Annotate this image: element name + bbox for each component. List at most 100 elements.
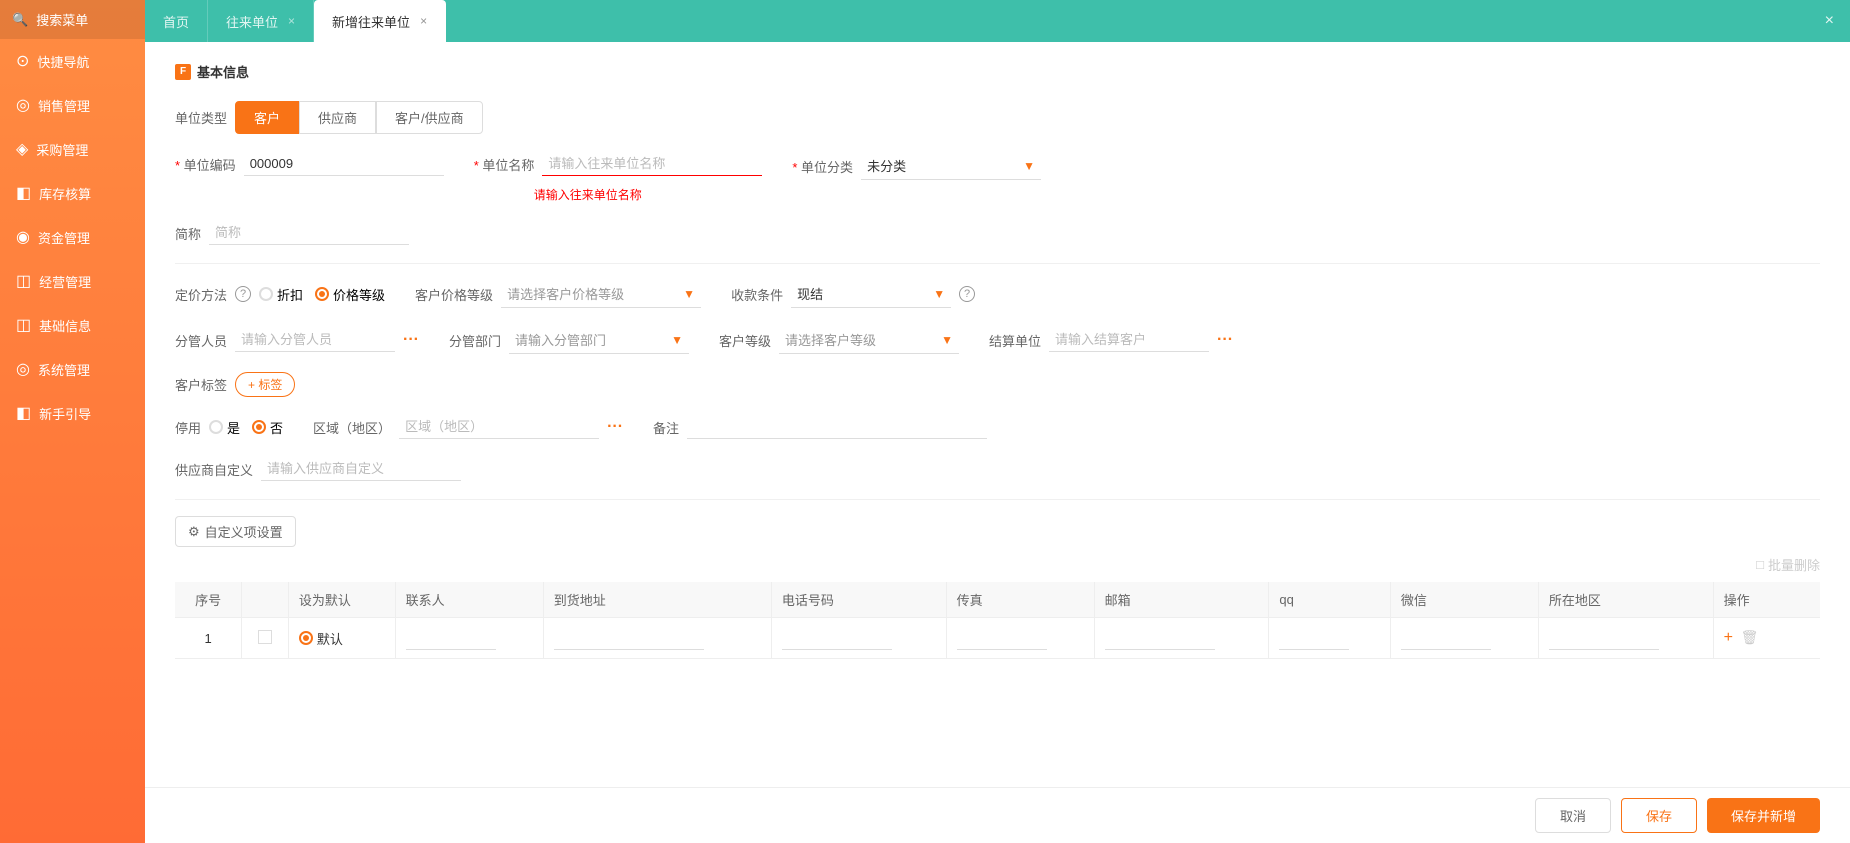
tab-partner-close[interactable]: × xyxy=(288,14,295,28)
pricing-method-label: 定价方法 xyxy=(175,285,227,304)
sidebar-item-system[interactable]: ◎ 系统管理 xyxy=(0,347,145,391)
tab-new-partner-close[interactable]: × xyxy=(420,14,427,28)
abbr-input[interactable] xyxy=(209,221,409,245)
del-row-btn[interactable]: 🗑 xyxy=(1741,629,1759,645)
email-input[interactable] xyxy=(1105,626,1215,650)
department-placeholder: 请输入分管部门 xyxy=(515,330,667,349)
th-no: 序号 xyxy=(175,582,242,618)
disabled-label: 停用 xyxy=(175,418,201,437)
unit-type-both-btn[interactable]: 客户/供应商 xyxy=(376,101,483,134)
unit-category-select[interactable]: 未分类 ▼ xyxy=(861,152,1041,180)
settlement-unit-dots-btn[interactable]: ··· xyxy=(1217,331,1233,349)
payment-help-icon[interactable]: ? xyxy=(959,286,975,302)
radio-discount[interactable]: 折扣 xyxy=(259,285,303,304)
radio-price-level-label: 价格等级 xyxy=(333,285,385,304)
region-input[interactable] xyxy=(399,415,599,439)
custom-settings-label: 自定义项设置 xyxy=(205,522,283,541)
phone-input[interactable] xyxy=(782,626,892,650)
sidebar-item-basic-info[interactable]: ◫ 基础信息 xyxy=(0,303,145,347)
finance-icon: ◉ xyxy=(16,227,30,247)
sidebar-item-inventory[interactable]: ◧ 库存核算 xyxy=(0,171,145,215)
default-radio-label: 默认 xyxy=(317,629,343,648)
tab-home[interactable]: 首页 xyxy=(145,0,208,42)
unit-code-label: 单位编码 xyxy=(175,155,236,174)
section-icon: F xyxy=(175,64,191,80)
fax-input[interactable] xyxy=(957,626,1047,650)
th-email: 邮箱 xyxy=(1094,582,1269,618)
customer-price-level-select[interactable]: 请选择客户价格等级 ▼ xyxy=(501,280,701,308)
sidebar-item-label: 库存核算 xyxy=(39,184,91,203)
manager-dots-btn[interactable]: ··· xyxy=(403,331,419,349)
customer-level-select[interactable]: 请选择客户等级 ▼ xyxy=(779,326,959,354)
save-button[interactable]: 保存 xyxy=(1621,798,1697,833)
sidebar-item-finance[interactable]: ◉ 资金管理 xyxy=(0,215,145,259)
td-phone xyxy=(771,618,946,659)
settlement-unit-input[interactable] xyxy=(1049,328,1209,352)
sidebar-item-label: 采购管理 xyxy=(36,140,88,159)
search-menu-label: 搜索菜单 xyxy=(36,10,88,29)
tab-home-label: 首页 xyxy=(163,12,189,31)
sidebar-item-label: 经营管理 xyxy=(39,272,91,291)
td-contact xyxy=(395,618,543,659)
radio-price-level[interactable]: 价格等级 xyxy=(315,285,385,304)
default-radio[interactable]: 默认 xyxy=(299,629,385,648)
sidebar-item-operations[interactable]: ◫ 经营管理 xyxy=(0,259,145,303)
disabled-group: 停用 是 否 xyxy=(175,418,283,437)
td-address xyxy=(543,618,771,659)
pricing-help-icon[interactable]: ? xyxy=(235,286,251,302)
address-input[interactable] xyxy=(554,626,704,650)
department-arrow: ▼ xyxy=(671,333,683,347)
customer-tag-label: 客户标签 xyxy=(175,375,227,394)
tab-new-partner[interactable]: 新增往来单位 × xyxy=(314,0,446,42)
td-qq xyxy=(1269,618,1390,659)
add-tag-btn[interactable]: + 标签 xyxy=(235,372,295,397)
unit-name-group: 单位名称 请输入往来单位名称 xyxy=(474,152,763,203)
td-wechat xyxy=(1390,618,1538,659)
main-area: 首页 往来单位 × 新增往来单位 × × F 基本信息 单位类型 客户 供应商 … xyxy=(145,0,1850,843)
td-default: 默认 xyxy=(288,618,395,659)
close-all-tabs[interactable]: × xyxy=(1809,12,1850,30)
supplier-custom-input[interactable] xyxy=(261,457,461,481)
save-new-button[interactable]: 保存并新增 xyxy=(1707,798,1820,833)
manager-input[interactable] xyxy=(235,328,395,352)
batch-delete-label[interactable]: 批量删除 xyxy=(1768,555,1820,574)
wechat-input[interactable] xyxy=(1401,626,1491,650)
department-select[interactable]: 请输入分管部门 ▼ xyxy=(509,326,689,354)
sidebar-item-sales[interactable]: ◎ 销售管理 xyxy=(0,83,145,127)
unit-code-input[interactable] xyxy=(244,152,444,176)
radio-disabled-no[interactable]: 否 xyxy=(252,418,283,437)
contact-input[interactable] xyxy=(406,626,496,650)
region-dots-btn[interactable]: ··· xyxy=(607,418,623,436)
sidebar-item-label: 销售管理 xyxy=(38,96,90,115)
td-fax xyxy=(946,618,1094,659)
tab-partner[interactable]: 往来单位 × xyxy=(208,0,314,42)
payment-condition-select[interactable]: 现结 ▼ xyxy=(791,280,951,308)
system-icon: ◎ xyxy=(16,359,30,379)
customer-price-level-label: 客户价格等级 xyxy=(415,285,493,304)
sidebar: 🔍 搜索菜单 ⊙ 快捷导航 ◎ 销售管理 ◈ 采购管理 ◧ 库存核算 ◉ 资金管… xyxy=(0,0,145,843)
tab-bar: 首页 往来单位 × 新增往来单位 × × xyxy=(145,0,1850,42)
cancel-button[interactable]: 取消 xyxy=(1535,798,1611,833)
unit-category-arrow: ▼ xyxy=(1023,159,1035,173)
td-checkbox[interactable] xyxy=(242,618,289,659)
radio-no-label: 否 xyxy=(270,418,283,437)
add-row-btn[interactable]: + xyxy=(1724,629,1733,646)
unit-type-supplier-btn[interactable]: 供应商 xyxy=(299,101,376,134)
remark-input[interactable] xyxy=(687,415,987,439)
manager-group: 分管人员 ··· xyxy=(175,328,419,352)
row-checkbox[interactable] xyxy=(258,630,272,644)
td-region xyxy=(1538,618,1713,659)
qq-input[interactable] xyxy=(1279,626,1349,650)
radio-disabled-yes[interactable]: 是 xyxy=(209,418,240,437)
customer-price-level-arrow: ▼ xyxy=(683,287,695,301)
sidebar-item-guide[interactable]: ◧ 新手引导 xyxy=(0,391,145,435)
payment-condition-value: 现结 xyxy=(797,284,929,303)
unit-name-wrapper xyxy=(542,152,762,176)
sidebar-item-quick-nav[interactable]: ⊙ 快捷导航 xyxy=(0,39,145,83)
unit-type-customer-btn[interactable]: 客户 xyxy=(235,101,299,134)
sidebar-item-purchase[interactable]: ◈ 采购管理 xyxy=(0,127,145,171)
unit-name-input[interactable] xyxy=(542,152,762,176)
custom-settings-btn[interactable]: ⚙ 自定义项设置 xyxy=(175,516,296,547)
search-menu[interactable]: 🔍 搜索菜单 xyxy=(0,0,145,39)
row-region-input[interactable] xyxy=(1549,626,1659,650)
